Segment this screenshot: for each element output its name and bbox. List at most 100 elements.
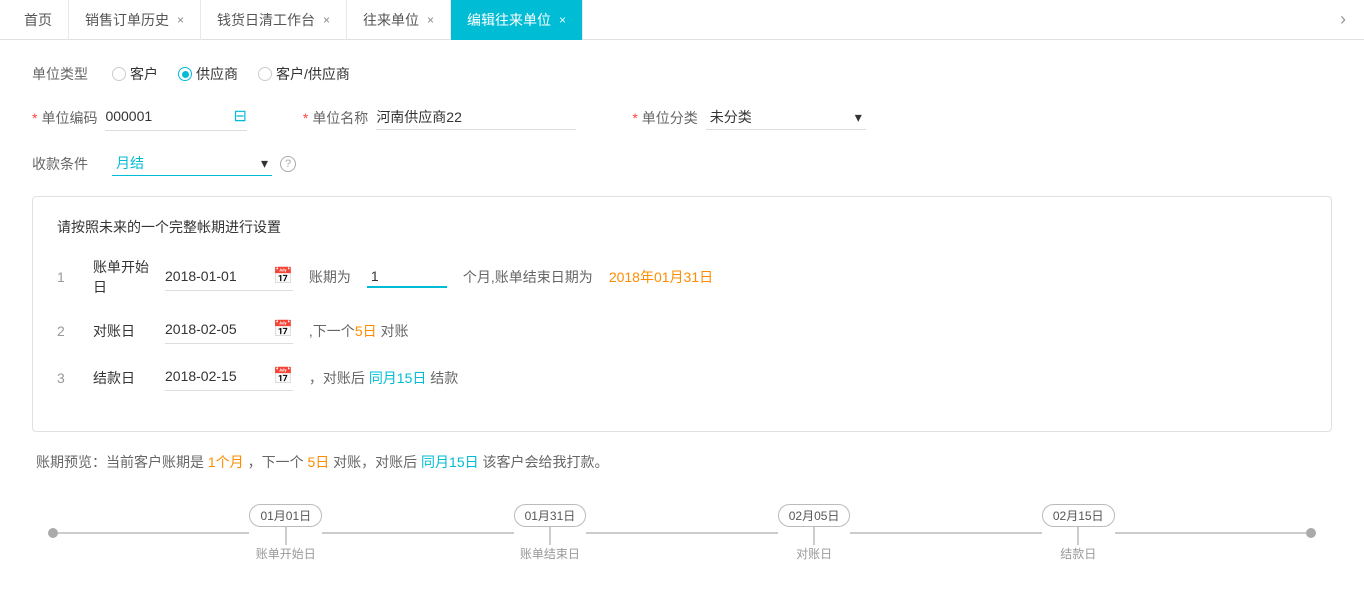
payment-terms-dropdown-icon: ▾	[261, 155, 268, 172]
period-3-highlight: 同月15日	[369, 370, 427, 386]
tl-badge-3: 02月05日	[778, 504, 851, 527]
unit-code-label: *单位编码	[32, 108, 97, 128]
period-1-suffix-after: 个月,账单结束日期为	[463, 267, 593, 287]
period-row-2: 2 对账日 📅 ,下一个5日 对账	[57, 317, 1307, 344]
unit-code-group: *单位编码 ⊟	[32, 104, 247, 131]
timeline-right-endpoint	[1306, 528, 1316, 538]
tab-edit-partner-close[interactable]: ×	[559, 13, 566, 27]
tab-sales-history-close[interactable]: ×	[177, 13, 184, 27]
period-num-1: 1	[57, 269, 77, 285]
timeline-left-endpoint	[48, 528, 58, 538]
payment-date-calendar-icon[interactable]: 📅	[273, 366, 293, 386]
tabs-expand-button[interactable]: ›	[1330, 9, 1356, 30]
period-1-end-date: 2018年01月31日	[609, 267, 713, 287]
help-icon[interactable]: ?	[280, 156, 296, 172]
unit-category-select[interactable]: 未分类 ▾	[706, 105, 866, 130]
unit-type-row: 单位类型 客户 供应商 客户/供应商	[32, 64, 1332, 84]
preview-label: 账期预览：当前客户账期是	[36, 454, 204, 470]
start-date-calendar-icon[interactable]: 📅	[273, 266, 293, 286]
tab-home-label: 首页	[24, 10, 52, 30]
tabs-bar: 首页 销售订单历史 × 钱货日清工作台 × 往来单位 × 编辑往来单位 × ›	[0, 0, 1364, 40]
period-1-suffix-before: 账期为	[309, 267, 351, 287]
reconcile-date-calendar-icon[interactable]: 📅	[273, 319, 293, 339]
period-label-3: 结款日	[93, 368, 149, 388]
timeline-line-5	[1115, 532, 1306, 534]
tl-label-1: 账单开始日	[256, 545, 316, 562]
tab-home[interactable]: 首页	[8, 0, 69, 40]
start-date-wrapper: 📅	[165, 264, 293, 291]
period-3-note: ，对账后 同月15日 结款	[309, 368, 458, 388]
tab-partners-close[interactable]: ×	[427, 13, 434, 27]
category-dropdown-icon: ▾	[855, 109, 862, 126]
period-num-2: 2	[57, 323, 77, 339]
tl-label-4: 结款日	[1060, 545, 1096, 562]
tab-sales-history-label: 销售订单历史	[85, 10, 169, 30]
preview-part2: 5日	[307, 454, 329, 470]
period-title: 请按照未来的一个完整帐期进行设置	[57, 217, 1307, 237]
unit-name-label: *单位名称	[303, 108, 368, 128]
period-row-3: 3 结款日 📅 ，对账后 同月15日 结款	[57, 364, 1307, 391]
tl-badge-2: 01月31日	[514, 504, 587, 527]
tl-label-3: 对账日	[796, 545, 832, 562]
tab-partners[interactable]: 往来单位 ×	[347, 0, 451, 40]
tl-connector-4	[1077, 527, 1079, 545]
preview-part3: 同月15日	[421, 454, 479, 470]
radio-customer[interactable]: 客户	[112, 64, 158, 84]
unit-name-star: *	[303, 110, 308, 126]
payment-terms-row: 收款条件 月结 ▾ ?	[32, 151, 1332, 176]
tab-cashflow[interactable]: 钱货日清工作台 ×	[201, 0, 347, 40]
radio-customer-label: 客户	[130, 64, 158, 84]
timeline-container: 01月01日 账单开始日 01月31日 账单结束日 02月05日 对账日	[32, 496, 1332, 562]
preview-text: 账期预览：当前客户账期是 1个月 ，下一个 5日 对账，对账后 同月15日 该客…	[32, 452, 1332, 472]
period-label-2: 对账日	[93, 321, 149, 341]
start-date-input[interactable]	[165, 264, 265, 288]
copy-icon[interactable]: ⊟	[233, 106, 246, 126]
radio-supplier-label: 供应商	[196, 64, 238, 84]
timeline-point-4: 02月15日 结款日	[1042, 504, 1115, 562]
period-num-3: 3	[57, 370, 77, 386]
unit-name-input[interactable]	[376, 105, 576, 130]
unit-category-group: *单位分类 未分类 ▾	[632, 105, 865, 130]
preview-sep2: 对账，对账后	[333, 454, 417, 470]
unit-name-group: *单位名称	[303, 105, 576, 130]
payment-terms-label: 收款条件	[32, 154, 88, 174]
payment-terms-wrapper: 月结 ▾ ?	[112, 151, 296, 176]
preview-sep1: ，下一个	[248, 454, 304, 470]
unit-type-label: 单位类型	[32, 64, 88, 84]
tab-cashflow-label: 钱货日清工作台	[217, 10, 315, 30]
months-input[interactable]	[367, 266, 447, 288]
unit-code-input[interactable]	[105, 104, 225, 128]
payment-date-input[interactable]	[165, 364, 265, 388]
tab-sales-history[interactable]: 销售订单历史 ×	[69, 0, 201, 40]
timeline-point-3: 02月05日 对账日	[778, 504, 851, 562]
unit-category-value: 未分类	[710, 107, 752, 127]
period-2-note: ,下一个5日 对账	[309, 321, 409, 341]
radio-both-circle	[258, 67, 272, 81]
tl-badge-4: 02月15日	[1042, 504, 1115, 527]
reconcile-date-input[interactable]	[165, 317, 265, 341]
tab-edit-partner[interactable]: 编辑往来单位 ×	[451, 0, 583, 40]
tab-cashflow-close[interactable]: ×	[323, 13, 330, 27]
tl-label-2: 账单结束日	[520, 545, 580, 562]
radio-both[interactable]: 客户/供应商	[258, 64, 350, 84]
period-2-highlight: 5日	[355, 323, 377, 339]
payment-terms-select[interactable]: 月结 ▾	[112, 151, 272, 176]
main-content: 单位类型 客户 供应商 客户/供应商 *单位编码 ⊟	[0, 40, 1364, 608]
timeline-line-2	[322, 532, 513, 534]
unit-category-label: *单位分类	[632, 108, 697, 128]
tl-connector-3	[813, 527, 815, 545]
radio-customer-circle	[112, 67, 126, 81]
radio-supplier-circle	[178, 67, 192, 81]
timeline-line-3	[586, 532, 777, 534]
period-label-1: 账单开始日	[93, 257, 149, 297]
timeline-line-4	[850, 532, 1041, 534]
timeline-track: 01月01日 账单开始日 01月31日 账单结束日 02月05日 对账日	[48, 504, 1316, 562]
timeline-point-2: 01月31日 账单结束日	[514, 504, 587, 562]
reconcile-date-wrapper: 📅	[165, 317, 293, 344]
radio-supplier[interactable]: 供应商	[178, 64, 238, 84]
tl-badge-1: 01月01日	[249, 504, 322, 527]
payment-terms-value: 月结	[116, 153, 144, 173]
unit-code-input-wrapper: ⊟	[105, 104, 246, 131]
tl-connector-1	[285, 527, 287, 545]
tab-edit-partner-label: 编辑往来单位	[467, 10, 551, 30]
